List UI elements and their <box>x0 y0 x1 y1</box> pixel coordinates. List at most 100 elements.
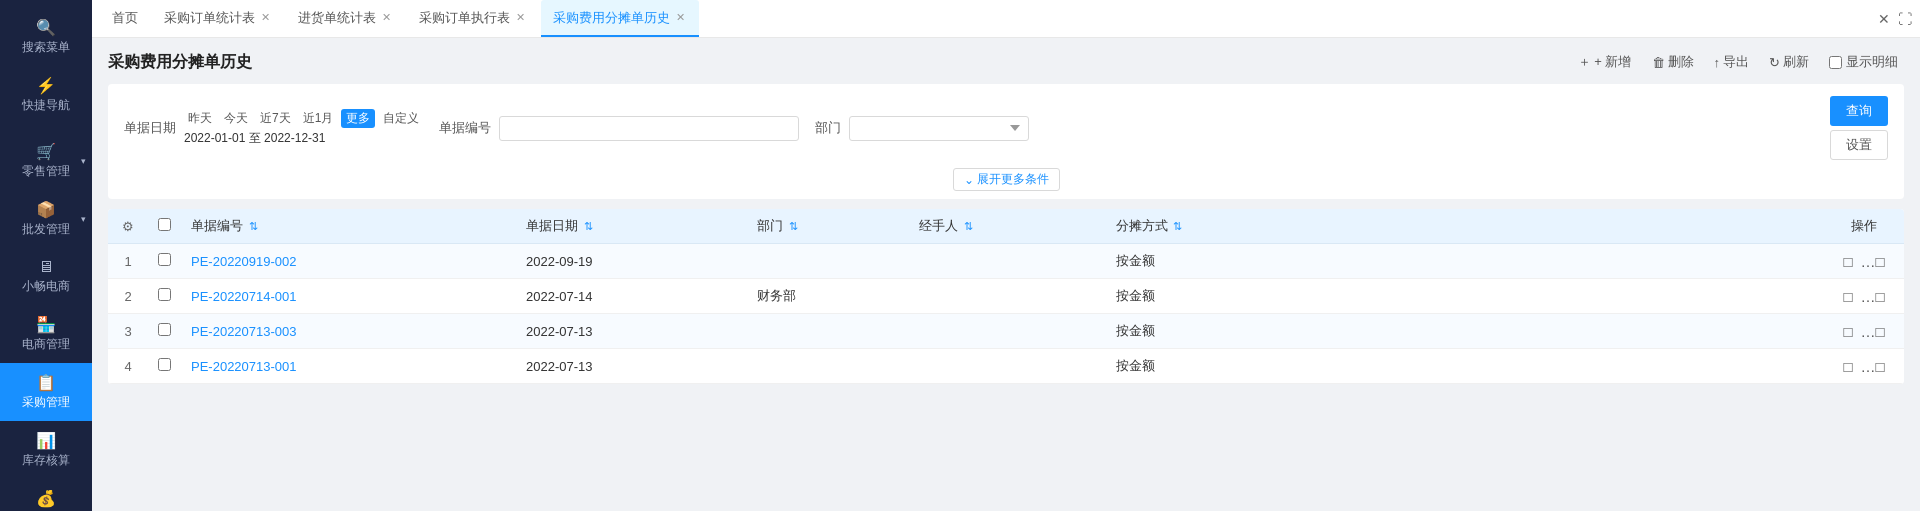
dept-select[interactable]: 财务部 <box>849 116 1029 141</box>
row-num: 4 <box>108 349 148 384</box>
row-handler <box>909 349 1106 384</box>
row-dept <box>747 349 909 384</box>
table-row: 1 PE-20220919-002 2022-09-19 按金额 □ …□ <box>108 244 1904 279</box>
select-all-checkbox[interactable] <box>158 218 171 231</box>
more-icon[interactable]: …□ <box>1861 323 1885 340</box>
tab-purchase-history[interactable]: 采购费用分摊单历史 ✕ <box>541 0 699 37</box>
row-checkbox-cell <box>148 314 181 349</box>
sort-icon[interactable]: ⇅ <box>1173 220 1182 232</box>
row-method: 按金额 <box>1106 349 1824 384</box>
row-checkbox[interactable] <box>158 288 171 301</box>
code-link[interactable]: PE-20220714-001 <box>191 289 297 304</box>
export-button[interactable]: ↑ 导出 <box>1708 50 1756 74</box>
sidebar-item-ecommerce[interactable]: 🏪 电商管理 <box>0 305 92 363</box>
page-content: 采购费用分摊单历史 ＋ + 新增 🗑 删除 ↑ 导出 ↻ 刷新 <box>92 38 1920 511</box>
close-icon[interactable]: ✕ <box>380 11 393 24</box>
tab-label: 采购订单统计表 <box>164 9 255 27</box>
finance-icon: 💰 <box>36 489 56 508</box>
col-code-label: 单据编号 <box>191 218 243 233</box>
delete-button[interactable]: 🗑 删除 <box>1646 50 1700 74</box>
sidebar-item-inventory[interactable]: 📊 库存核算 <box>0 421 92 479</box>
delete-label: 删除 <box>1668 53 1694 71</box>
row-date: 2022-07-13 <box>516 314 747 349</box>
tab-label: 采购订单执行表 <box>419 9 510 27</box>
date-btn-1month[interactable]: 近1月 <box>299 109 338 128</box>
col-action: 操作 <box>1824 209 1904 244</box>
sidebar-item-retail[interactable]: 🛒 零售管理 <box>0 132 92 190</box>
sidebar-item-label: 批发管理 <box>22 221 70 238</box>
more-icon[interactable]: …□ <box>1861 253 1885 270</box>
sort-icon[interactable]: ⇅ <box>789 220 798 232</box>
row-checkbox[interactable] <box>158 323 171 336</box>
tab-label: 采购费用分摊单历史 <box>553 9 670 27</box>
sort-icon[interactable]: ⇅ <box>249 220 258 232</box>
tab-stock-summary[interactable]: 进货单统计表 ✕ <box>286 0 405 37</box>
row-checkbox[interactable] <box>158 358 171 371</box>
refresh-button[interactable]: ↻ 刷新 <box>1763 50 1815 74</box>
display-detail-checkbox[interactable]: 显示明细 <box>1823 50 1904 74</box>
row-dept <box>747 244 909 279</box>
display-label: 显示明细 <box>1846 53 1898 71</box>
sidebar-item-finance[interactable]: 💰 资金管理 <box>0 479 92 511</box>
row-actions: □ …□ <box>1824 314 1904 349</box>
sidebar-item-wholesale[interactable]: 📦 批发管理 <box>0 190 92 248</box>
col-method: 分摊方式 ⇅ <box>1106 209 1824 244</box>
tab-purchase-exec[interactable]: 采购订单执行表 ✕ <box>407 0 539 37</box>
date-btn-7days[interactable]: 近7天 <box>256 109 295 128</box>
code-input[interactable] <box>499 116 799 141</box>
sidebar-item-ecommerce-small[interactable]: 🖥 小畅电商 <box>0 248 92 305</box>
dept-field: 部门 财务部 <box>815 116 1195 141</box>
sidebar-item-quicknav[interactable]: ⚡ 快捷导航 <box>0 66 92 124</box>
code-link[interactable]: PE-20220713-001 <box>191 359 297 374</box>
close-icon[interactable]: ✕ <box>259 11 272 24</box>
maximize-icon[interactable]: ⛶ <box>1898 11 1912 27</box>
row-dept <box>747 314 909 349</box>
add-button[interactable]: ＋ + 新增 <box>1572 50 1637 74</box>
col-handler: 经手人 ⇅ <box>909 209 1106 244</box>
expand-button[interactable]: ⌄ 展开更多条件 <box>953 168 1060 191</box>
code-link[interactable]: PE-20220713-003 <box>191 324 297 339</box>
sidebar-item-label: 快捷导航 <box>22 97 70 114</box>
more-icon[interactable]: …□ <box>1861 358 1885 375</box>
query-button[interactable]: 查询 <box>1830 96 1888 126</box>
more-icon[interactable]: …□ <box>1861 288 1885 305</box>
close-icon[interactable]: ✕ <box>514 11 527 24</box>
close-icon[interactable]: ✕ <box>674 11 687 24</box>
table-row: 2 PE-20220714-001 2022-07-14 财务部 按金额 □ …… <box>108 279 1904 314</box>
date-btn-yesterday[interactable]: 昨天 <box>184 109 216 128</box>
code-link[interactable]: PE-20220919-002 <box>191 254 297 269</box>
row-handler <box>909 244 1106 279</box>
tab-home-label: 首页 <box>112 9 138 27</box>
col-settings[interactable]: ⚙ <box>108 209 148 244</box>
lightning-icon: ⚡ <box>36 76 56 95</box>
add-label: + 新增 <box>1594 53 1631 71</box>
date-field: 单据日期 昨天 今天 近7天 近1月 更多 自定义 2022-01-01 至 2… <box>124 109 423 147</box>
tab-home[interactable]: 首页 <box>100 0 150 37</box>
retail-icon: 🛒 <box>36 142 56 161</box>
row-actions: □ …□ <box>1824 279 1904 314</box>
sidebar-item-purchase[interactable]: 📋 采购管理 <box>0 363 92 421</box>
edit-icon[interactable]: □ <box>1843 323 1852 340</box>
tab-purchase-summary[interactable]: 采购订单统计表 ✕ <box>152 0 284 37</box>
date-btn-custom[interactable]: 自定义 <box>379 109 423 128</box>
sidebar: 🔍 搜索菜单 ⚡ 快捷导航 🛒 零售管理 📦 批发管理 🖥 小畅电商 🏪 电商管… <box>0 0 92 511</box>
row-checkbox[interactable] <box>158 253 171 266</box>
page-header: 采购费用分摊单历史 ＋ + 新增 🗑 删除 ↑ 导出 ↻ 刷新 <box>108 50 1904 74</box>
sidebar-item-label: 搜索菜单 <box>22 39 70 56</box>
settings-button[interactable]: 设置 <box>1830 130 1888 160</box>
row-date: 2022-07-13 <box>516 349 747 384</box>
col-dept: 部门 ⇅ <box>747 209 909 244</box>
date-label: 单据日期 <box>124 119 176 137</box>
sort-icon[interactable]: ⇅ <box>584 220 593 232</box>
sidebar-item-search[interactable]: 🔍 搜索菜单 <box>0 8 92 66</box>
row-handler <box>909 279 1106 314</box>
edit-icon[interactable]: □ <box>1843 253 1852 270</box>
date-btn-today[interactable]: 今天 <box>220 109 252 128</box>
sort-icon[interactable]: ⇅ <box>964 220 973 232</box>
row-date: 2022-07-14 <box>516 279 747 314</box>
edit-icon[interactable]: □ <box>1843 288 1852 305</box>
date-btn-more[interactable]: 更多 <box>341 109 375 128</box>
edit-icon[interactable]: □ <box>1843 358 1852 375</box>
display-checkbox-input[interactable] <box>1829 56 1842 69</box>
close-all-icon[interactable]: ✕ <box>1878 11 1890 27</box>
